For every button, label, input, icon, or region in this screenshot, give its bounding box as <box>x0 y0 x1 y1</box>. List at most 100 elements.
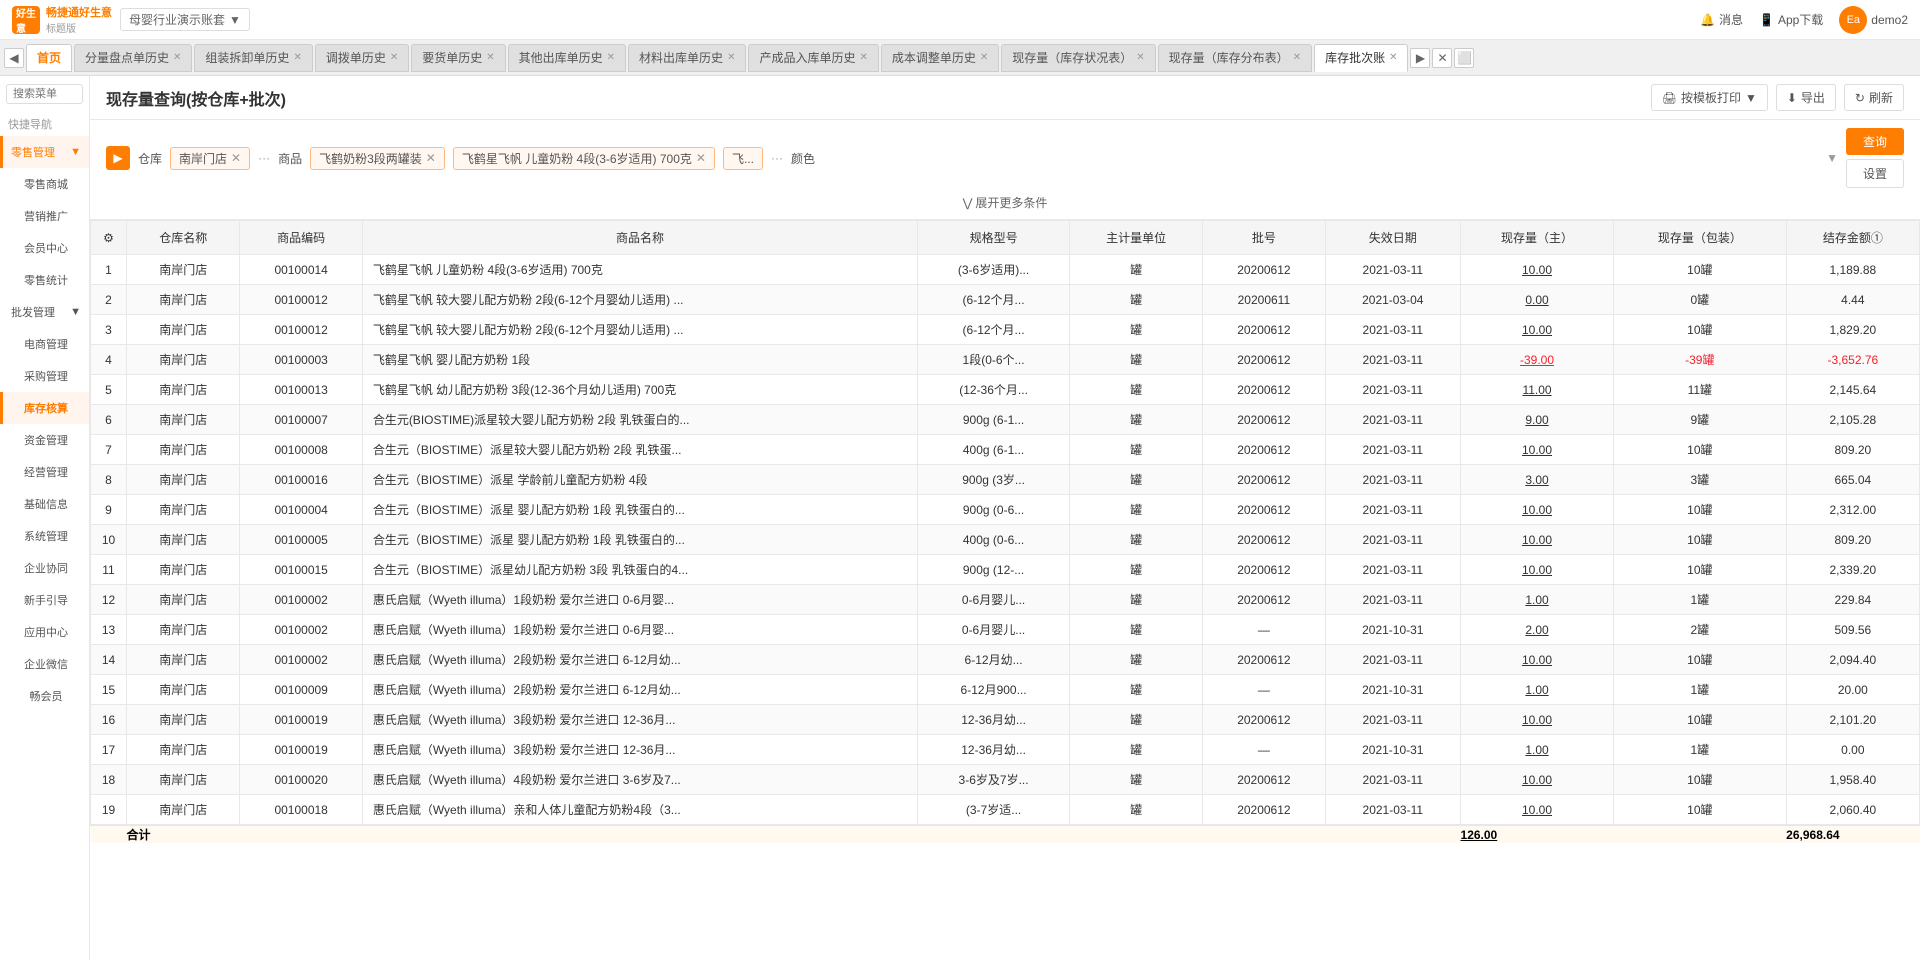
sidebar-item-enterprise[interactable]: 企业协同 <box>0 552 89 584</box>
table-row: 13 南岸门店 00100002 惠氏启赋（Wyeth illuma）1段奶粉 … <box>91 615 1920 645</box>
tab-close-icon[interactable]: ✕ <box>607 52 615 63</box>
tab-diaob[interactable]: 调拨单历史 ✕ <box>315 44 409 72</box>
tab-bar: ◀ 首页 分量盘点单历史 ✕ 组装拆卸单历史 ✕ 调拨单历史 ✕ 要货单历史 ✕… <box>0 40 1920 76</box>
sidebar-item-finance[interactable]: 资金管理 <box>0 424 89 456</box>
table-footer: 合计 126.00 26,968.64 <box>91 825 1920 843</box>
tab-yao[interactable]: 要货单历史 ✕ <box>411 44 505 72</box>
tab-inv1[interactable]: 现存量（库存状况表） ✕ <box>1001 44 1155 72</box>
tab-maximize-button[interactable]: ⬜ <box>1454 48 1474 68</box>
tab-zuche-label: 组装拆卸单历史 <box>205 49 289 66</box>
tab-other[interactable]: 其他出库单历史 ✕ <box>508 44 626 72</box>
store-selector[interactable]: 母婴行业演示账套 ▼ <box>120 8 250 31</box>
tab-close-icon[interactable]: ✕ <box>1293 52 1301 63</box>
tab-next-button[interactable]: ▶ <box>1410 48 1430 68</box>
logo-area: 好生意 畅捷通好生意 标题版 <box>12 4 112 35</box>
sidebar-item-marketing[interactable]: 营销推广 <box>0 200 89 232</box>
tab-batch-label: 库存批次账 <box>1325 49 1385 66</box>
tab-close-icon[interactable]: ✕ <box>486 52 494 63</box>
sidebar-item-wechat[interactable]: 企业微信 <box>0 648 89 680</box>
warehouse-more[interactable]: ··· <box>258 151 270 165</box>
table-row: 2 南岸门店 00100012 飞鹤星飞帆 较大婴儿配方奶粉 2段(6-12个月… <box>91 285 1920 315</box>
total-label: 合计 <box>127 825 1461 843</box>
tab-zuche[interactable]: 组装拆卸单历史 ✕ <box>194 44 312 72</box>
messages-button[interactable]: 🔔 消息 <box>1700 11 1743 28</box>
tab-close-icon[interactable]: ✕ <box>859 52 867 63</box>
tab-close-icon[interactable]: ✕ <box>293 52 301 63</box>
app-download-button[interactable]: 📱 App下载 <box>1759 11 1823 28</box>
sidebar-item-retail-stats[interactable]: 零售统计 <box>0 264 89 296</box>
tab-close-icon[interactable]: ✕ <box>1136 52 1144 63</box>
tab-material[interactable]: 材料出库单历史 ✕ <box>628 44 746 72</box>
warehouse-tag-close[interactable]: ✕ <box>231 151 241 165</box>
table-row: 14 南岸门店 00100002 惠氏启赋（Wyeth illuma）2段奶粉 … <box>91 645 1920 675</box>
logo-text: 畅捷通好生意 标题版 <box>46 4 112 35</box>
tab-close-icon[interactable]: ✕ <box>390 52 398 63</box>
warehouse-col-header: 仓库名称 <box>127 221 240 255</box>
sidebar-item-purchase[interactable]: 采购管理 <box>0 360 89 392</box>
sidebar-item-guide[interactable]: 新手引导 <box>0 584 89 616</box>
main-layout: 快捷导航 零售管理 ▼ 零售商城 营销推广 会员中心 零售统计 批发管理 ▼ 电… <box>0 76 1920 960</box>
avatar: Ea <box>1839 6 1867 34</box>
amount-col-header: 结存金额① <box>1786 221 1919 255</box>
tab-home[interactable]: 首页 <box>26 44 72 72</box>
sidebar-item-ecommerce[interactable]: 电商管理 <box>0 328 89 360</box>
sidebar-item-inventory[interactable]: 库存核算 <box>0 392 89 424</box>
product-tag-3: 飞... <box>723 147 763 170</box>
tab-prev-button[interactable]: ◀ <box>4 48 24 68</box>
settings-button[interactable]: 设置 <box>1846 159 1904 188</box>
sidebar-item-operations[interactable]: 经营管理 <box>0 456 89 488</box>
settings-col-header[interactable]: ⚙ <box>91 221 127 255</box>
tab-close-icon[interactable]: ✕ <box>980 52 988 63</box>
tab-close-icon[interactable]: ✕ <box>1389 52 1397 63</box>
expand-more-button[interactable]: ⋁ 展开更多条件 <box>963 194 1048 211</box>
unit-col-header: 主计量单位 <box>1070 221 1203 255</box>
tab-cost[interactable]: 成本调整单历史 ✕ <box>881 44 999 72</box>
tab-fenpan[interactable]: 分量盘点单历史 ✕ <box>74 44 192 72</box>
product2-tag-close[interactable]: ✕ <box>696 151 706 165</box>
tab-product[interactable]: 产成品入库单历史 ✕ <box>748 44 878 72</box>
user-profile[interactable]: Ea demo2 <box>1839 6 1908 34</box>
table-row: 4 南岸门店 00100003 飞鹤星飞帆 婴儿配方奶粉 1段 1段(0-6个.… <box>91 345 1920 375</box>
batch-col-header: 批号 <box>1203 221 1325 255</box>
sidebar-item-member[interactable]: 会员中心 <box>0 232 89 264</box>
bell-icon: 🔔 <box>1700 13 1715 27</box>
page-actions: 🖨 按模板打印 ▼ ⬇ 导出 ↻ 刷新 <box>1651 84 1904 111</box>
table-row: 9 南岸门店 00100004 合生元（BIOSTIME）派星 婴儿配方奶粉 1… <box>91 495 1920 525</box>
tab-inv1-label: 现存量（库存状况表） <box>1012 49 1132 66</box>
table-row: 8 南岸门店 00100016 合生元（BIOSTIME）派星 学龄前儿童配方奶… <box>91 465 1920 495</box>
search-input[interactable] <box>6 84 83 104</box>
warehouse-label: 仓库 <box>138 150 162 167</box>
sidebar-item-member2[interactable]: 畅会员 <box>0 680 89 712</box>
refresh-button[interactable]: ↻ 刷新 <box>1844 84 1904 111</box>
filter-row: ▶ 仓库 南岸门店 ✕ ··· 商品 飞鹤奶粉3段两罐装 ✕ 飞鹤星飞帆 儿童奶… <box>106 128 1904 188</box>
export-button[interactable]: ⬇ 导出 <box>1776 84 1836 111</box>
sidebar-item-wholesale[interactable]: 批发管理 ▼ <box>0 296 89 328</box>
sidebar-item-system[interactable]: 系统管理 <box>0 520 89 552</box>
tab-batch[interactable]: 库存批次账 ✕ <box>1314 44 1408 72</box>
sidebar-item-basics[interactable]: 基础信息 <box>0 488 89 520</box>
color-dropdown[interactable]: ▼ <box>1826 151 1838 165</box>
tab-close-icon[interactable]: ✕ <box>727 52 735 63</box>
template-print-button[interactable]: 🖨 按模板打印 ▼ <box>1651 84 1768 111</box>
expand-icon: ⋁ <box>963 196 973 210</box>
sidebar-item-retail-mall[interactable]: 零售商城 <box>0 168 89 200</box>
tab-cost-label: 成本调整单历史 <box>892 49 976 66</box>
table-row: 18 南岸门店 00100020 惠氏启赋（Wyeth illuma）4段奶粉 … <box>91 765 1920 795</box>
tab-inv2[interactable]: 现存量（库存分布表） ✕ <box>1158 44 1312 72</box>
query-button[interactable]: 查询 <box>1846 128 1904 155</box>
product-more[interactable]: ··· <box>771 151 783 165</box>
sidebar-item-apps[interactable]: 应用中心 <box>0 616 89 648</box>
filter-bar: ▶ 仓库 南岸门店 ✕ ··· 商品 飞鹤奶粉3段两罐装 ✕ 飞鹤星飞帆 儿童奶… <box>90 120 1920 220</box>
filter-toggle-button[interactable]: ▶ <box>106 146 130 170</box>
spec-col-header: 规格型号 <box>918 221 1070 255</box>
tab-other-label: 其他出库单历史 <box>519 49 603 66</box>
qty-pkg-col-header: 现存量（包装） <box>1613 221 1786 255</box>
chevron-icon: ▼ <box>70 146 81 158</box>
tab-close-all-button[interactable]: ✕ <box>1432 48 1452 68</box>
table-row: 5 南岸门店 00100013 飞鹤星飞帆 幼儿配方奶粉 3段(12-36个月幼… <box>91 375 1920 405</box>
tab-close-icon[interactable]: ✕ <box>173 52 181 63</box>
product1-tag-close[interactable]: ✕ <box>426 151 436 165</box>
sidebar-item-retail-mgmt[interactable]: 零售管理 ▼ <box>0 136 89 168</box>
tab-product-label: 产成品入库单历史 <box>759 49 855 66</box>
name-col-header: 商品名称 <box>362 221 917 255</box>
